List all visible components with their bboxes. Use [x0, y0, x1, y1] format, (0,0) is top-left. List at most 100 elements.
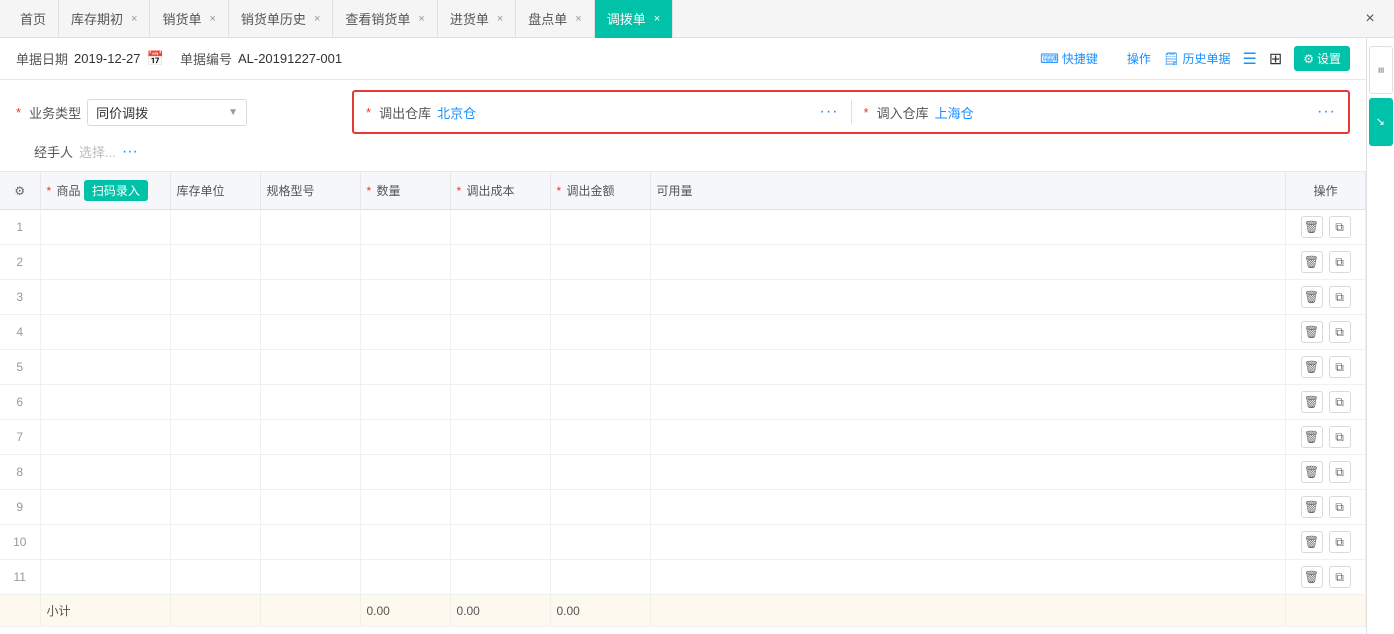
copy-row-9-btn[interactable]: ⧉ [1329, 496, 1351, 518]
tab-close-view-sales[interactable]: × [418, 13, 424, 25]
form-row-2: 经手人 选择... ··· [16, 142, 1350, 161]
header-actions: ⌨ 快捷键 操作 🗒 历史单据 ☰ ⊞ ⚙ 设置 [1040, 46, 1350, 71]
table-container: ⚙ * 商品 扫码录入 库存单位 规格型号 * 数量 [0, 172, 1366, 634]
delete-row-1-btn[interactable]: 🗑 [1301, 216, 1323, 238]
tab-view-sales[interactable]: 查看销货单 × [333, 0, 437, 38]
number-field: 单据编号 AL-20191227-001 [180, 49, 342, 68]
operations-btn[interactable]: 操作 [1110, 50, 1151, 67]
table-row: 1 🗑 ⧉ [0, 210, 1366, 245]
business-type-label: 业务类型 [29, 103, 81, 122]
table-row: 4 🗑 ⧉ [0, 315, 1366, 350]
date-field: 单据日期 2019-12-27 📅 [16, 49, 164, 68]
delete-row-7-btn[interactable]: 🗑 [1301, 426, 1323, 448]
subtotal-amount: 0.00 [550, 595, 650, 627]
header-area: 单据日期 2019-12-27 📅 单据编号 AL-20191227-001 ⌨… [0, 38, 1366, 80]
number-label: 单据编号 [180, 49, 232, 68]
tab-close-sales-history[interactable]: × [314, 13, 320, 25]
transfer-in-field: * 调入仓库 上海仓 ··· [864, 103, 1337, 122]
copy-row-7-btn[interactable]: ⧉ [1329, 426, 1351, 448]
right-sidebar: ≡ ↗ [1366, 38, 1394, 634]
sidebar-expand-btn[interactable]: ↗ [1369, 98, 1393, 146]
row-3-actions: 🗑 ⧉ [1292, 286, 1359, 308]
date-label: 单据日期 [16, 49, 68, 68]
col-cost-header: * 调出成本 [450, 172, 550, 210]
tab-transfer[interactable]: 调拨单 × [595, 0, 673, 38]
col-settings[interactable]: ⚙ [0, 172, 40, 210]
delete-row-3-btn[interactable]: 🗑 [1301, 286, 1323, 308]
delete-row-4-btn[interactable]: 🗑 [1301, 321, 1323, 343]
calendar-icon[interactable]: 📅 [147, 50, 164, 67]
transfer-out-value[interactable]: 北京仓 [437, 103, 476, 122]
col-unit-header: 库存单位 [170, 172, 260, 210]
tab-close-transfer[interactable]: × [654, 13, 660, 25]
copy-row-6-btn[interactable]: ⧉ [1329, 391, 1351, 413]
subtotal-label: 小计 [40, 595, 170, 627]
copy-row-10-btn[interactable]: ⧉ [1329, 531, 1351, 553]
person-more-btn[interactable]: ··· [122, 143, 138, 161]
table-row: 2 🗑 ⧉ [0, 245, 1366, 280]
main-table: ⚙ * 商品 扫码录入 库存单位 规格型号 * 数量 [0, 172, 1366, 627]
row-1-actions: 🗑 ⧉ [1292, 216, 1359, 238]
field-divider [851, 100, 852, 124]
col-spec-header: 规格型号 [260, 172, 360, 210]
history-btn[interactable]: 🗒 历史单据 [1163, 50, 1231, 67]
number-value: AL-20191227-001 [238, 51, 342, 66]
grid2-icon [1110, 52, 1124, 66]
required-star-3: * [864, 105, 869, 120]
sidebar-notes-btn[interactable]: ≡ [1369, 46, 1393, 94]
tab-close-sales-order[interactable]: × [209, 13, 215, 25]
tab-close-purchase-order[interactable]: × [497, 13, 503, 25]
delete-row-6-btn[interactable]: 🗑 [1301, 391, 1323, 413]
person-input[interactable]: 选择... [79, 142, 116, 161]
tab-home[interactable]: 首页 [8, 0, 59, 38]
transfer-in-value[interactable]: 上海仓 [935, 103, 974, 122]
row-8-actions: 🗑 ⧉ [1292, 461, 1359, 483]
col-qty-header: * 数量 [360, 172, 450, 210]
row-4-actions: 🗑 ⧉ [1292, 321, 1359, 343]
col-amount-header: * 调出金额 [550, 172, 650, 210]
col-ops-header: 操作 [1286, 172, 1366, 210]
row-11-actions: 🗑 ⧉ [1292, 566, 1359, 588]
subtotal-qty: 0.00 [360, 595, 450, 627]
copy-row-5-btn[interactable]: ⧉ [1329, 356, 1351, 378]
delete-row-11-btn[interactable]: 🗑 [1301, 566, 1323, 588]
transfer-in-more-btn[interactable]: ··· [1317, 103, 1336, 121]
delete-row-9-btn[interactable]: 🗑 [1301, 496, 1323, 518]
tab-close-inventory-init[interactable]: × [131, 13, 137, 25]
copy-row-4-btn[interactable]: ⧉ [1329, 321, 1351, 343]
layout-icon-1[interactable]: ☰ [1242, 49, 1256, 69]
row-6-actions: 🗑 ⧉ [1292, 391, 1359, 413]
copy-row-3-btn[interactable]: ⧉ [1329, 286, 1351, 308]
tab-sales-history[interactable]: 销货单历史 × [229, 0, 333, 38]
row-7-actions: 🗑 ⧉ [1292, 426, 1359, 448]
table-row: 11 🗑 ⧉ [0, 560, 1366, 595]
required-star-1: * [16, 105, 21, 120]
window-close-button[interactable]: × [1354, 3, 1386, 35]
table-header-row: ⚙ * 商品 扫码录入 库存单位 规格型号 * 数量 [0, 172, 1366, 210]
settings-button[interactable]: ⚙ 设置 [1294, 46, 1350, 71]
copy-row-2-btn[interactable]: ⧉ [1329, 251, 1351, 273]
delete-row-8-btn[interactable]: 🗑 [1301, 461, 1323, 483]
copy-row-11-btn[interactable]: ⧉ [1329, 566, 1351, 588]
warehouse-box: * 调出仓库 北京仓 ··· * 调入仓库 上海仓 ··· [352, 90, 1350, 134]
history-icon: 🗒 [1163, 51, 1180, 67]
table-row: 8 🗑 ⧉ [0, 455, 1366, 490]
layout-icon-2[interactable]: ⊞ [1269, 49, 1282, 69]
copy-row-1-btn[interactable]: ⧉ [1329, 216, 1351, 238]
tab-close-stocktake[interactable]: × [575, 13, 581, 25]
copy-row-8-btn[interactable]: ⧉ [1329, 461, 1351, 483]
tab-stocktake[interactable]: 盘点单 × [516, 0, 594, 38]
delete-row-5-btn[interactable]: 🗑 [1301, 356, 1323, 378]
tab-sales-order[interactable]: 销货单 × [150, 0, 228, 38]
business-type-select[interactable]: 同价调拨 ▼ [87, 99, 247, 126]
tab-inventory-init[interactable]: 库存期初 × [59, 0, 150, 38]
delete-row-2-btn[interactable]: 🗑 [1301, 251, 1323, 273]
person-field: 经手人 选择... ··· [16, 142, 138, 161]
transfer-out-more-btn[interactable]: ··· [820, 103, 839, 121]
form-area: * 业务类型 同价调拨 ▼ * 调出仓库 北京仓 ··· * 调入仓库 [0, 80, 1366, 172]
subtotal-cost: 0.00 [450, 595, 550, 627]
shortcut-btn[interactable]: ⌨ 快捷键 [1040, 50, 1098, 67]
tab-purchase-order[interactable]: 进货单 × [438, 0, 516, 38]
delete-row-10-btn[interactable]: 🗑 [1301, 531, 1323, 553]
scan-button[interactable]: 扫码录入 [84, 180, 148, 201]
